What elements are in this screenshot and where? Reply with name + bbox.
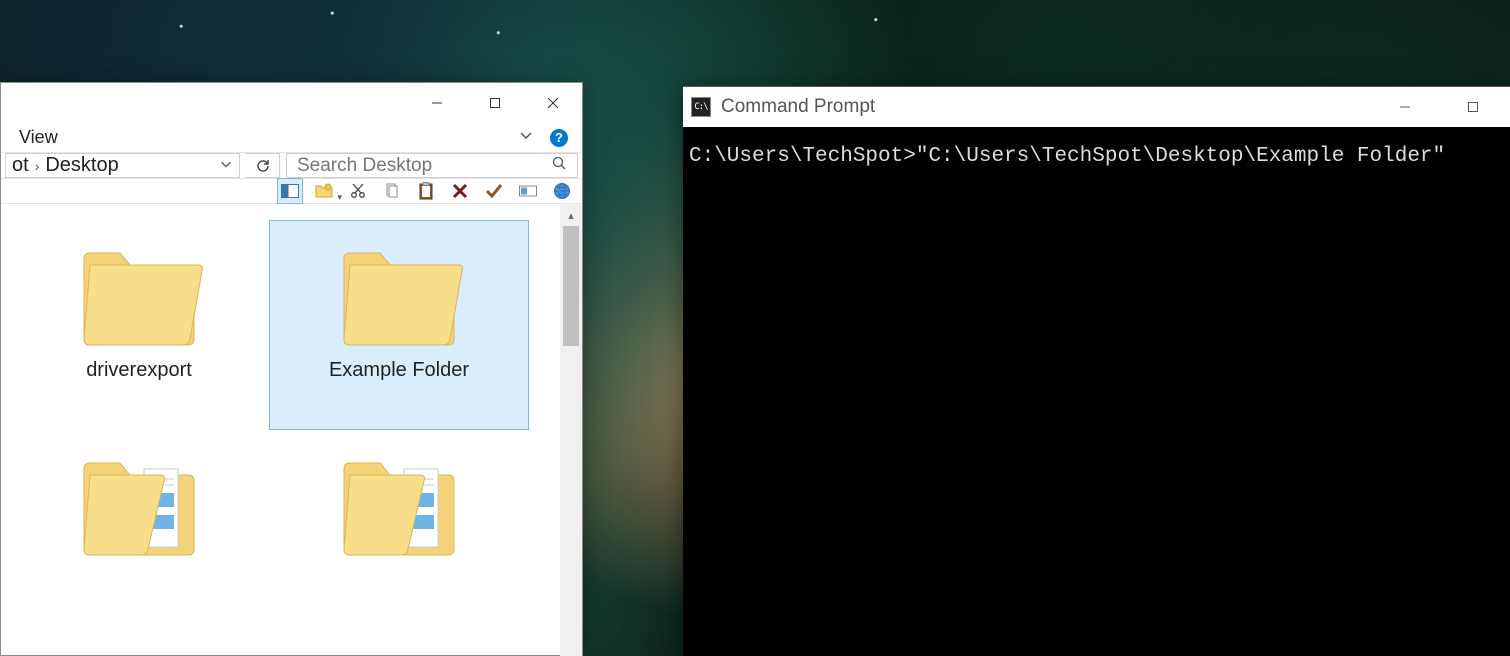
address-history-dropdown[interactable] <box>219 154 233 177</box>
folder-with-docs-icon <box>334 441 464 561</box>
help-button[interactable]: ? <box>550 129 568 147</box>
address-search-row: ot › Desktop <box>1 152 582 179</box>
folder-item-driverexport[interactable]: driverexport <box>9 220 269 430</box>
ribbon-tab-view[interactable]: View <box>15 123 62 152</box>
quick-access-toolbar <box>1 179 582 204</box>
copy-button[interactable] <box>380 179 404 203</box>
search-input[interactable] <box>297 155 551 177</box>
ribbon-tabs: View ? <box>1 123 582 152</box>
globe-button[interactable] <box>550 179 574 203</box>
rename-button[interactable] <box>516 179 540 203</box>
explorer-content: driverexport Example Folder <box>1 204 582 656</box>
paste-button[interactable] <box>414 179 438 203</box>
preview-pane-button[interactable] <box>278 179 302 203</box>
file-explorer-window: View ? ot › Desktop <box>0 82 583 656</box>
command-prompt-window: C:\ Command Prompt C:\Users\TechSpot>"C:… <box>683 86 1510 656</box>
breadcrumb-current[interactable]: Desktop <box>45 154 118 177</box>
properties-button[interactable] <box>482 179 506 203</box>
folder-item-example-folder[interactable]: Example Folder <box>269 220 529 430</box>
refresh-button[interactable] <box>246 153 280 178</box>
scroll-up-button[interactable]: ▴ <box>560 204 582 226</box>
cmd-output[interactable]: C:\Users\TechSpot>"C:\Users\TechSpot\Des… <box>683 127 1510 656</box>
minimize-button[interactable] <box>408 83 466 123</box>
folder-label: driverexport <box>86 359 192 382</box>
address-bar[interactable]: ot › Desktop <box>5 153 240 178</box>
folder-icon <box>74 231 204 351</box>
folder-with-docs-icon <box>74 441 204 561</box>
close-button[interactable] <box>524 83 582 123</box>
explorer-titlebar[interactable] <box>1 83 582 123</box>
scrollbar[interactable]: ▴ <box>560 204 582 656</box>
cmd-minimize-button[interactable] <box>1376 87 1434 127</box>
cmd-app-icon: C:\ <box>691 97 711 117</box>
cmd-titlebar[interactable]: C:\ Command Prompt <box>683 87 1510 127</box>
delete-button[interactable] <box>448 179 472 203</box>
cmd-title-text: Command Prompt <box>721 96 875 118</box>
file-list[interactable]: driverexport Example Folder <box>1 204 560 656</box>
maximize-button[interactable] <box>466 83 524 123</box>
folder-label: Example Folder <box>329 359 469 382</box>
search-icon[interactable] <box>551 155 567 176</box>
folder-item[interactable] <box>269 430 529 640</box>
breadcrumb-separator-icon[interactable]: › <box>35 158 40 174</box>
new-folder-button[interactable] <box>312 179 336 203</box>
cut-button[interactable] <box>346 179 370 203</box>
scroll-thumb[interactable] <box>563 226 579 346</box>
breadcrumb-prev[interactable]: ot <box>12 154 29 177</box>
folder-icon <box>334 231 464 351</box>
search-box[interactable] <box>286 153 578 178</box>
collapse-ribbon-button[interactable] <box>518 127 534 148</box>
cmd-maximize-button[interactable] <box>1444 87 1502 127</box>
folder-item[interactable] <box>9 430 269 640</box>
